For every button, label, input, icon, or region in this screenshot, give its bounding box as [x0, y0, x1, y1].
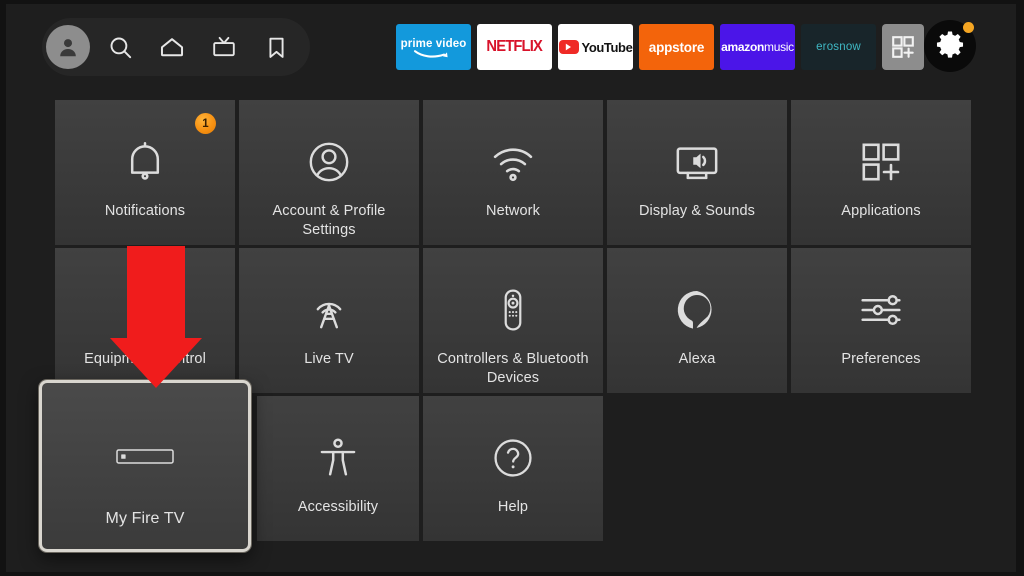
settings-tile-label: Network: [486, 203, 540, 219]
live-tv-button[interactable]: [198, 18, 250, 76]
app-tile-netflix[interactable]: NETFLIX: [477, 24, 552, 70]
wifi-icon: [488, 126, 538, 198]
notification-badge: 1: [195, 113, 216, 134]
settings-tile-label: My Fire TV: [105, 510, 185, 527]
app-tile-appstore[interactable]: appstore: [639, 24, 714, 70]
settings-tile-account-profile-settings[interactable]: Account & Profile Settings: [239, 100, 419, 245]
sliders-icon: [856, 274, 906, 346]
settings-tile-label: Notifications: [104, 203, 186, 219]
bookmark-icon: [268, 37, 284, 58]
settings-tile-label: Account & Profile Settings: [272, 203, 386, 238]
app-tile-erosnow[interactable]: erosnow: [801, 24, 876, 70]
settings-tile-label: Accessibility: [297, 499, 379, 515]
app-label-erosnow: erosnow: [816, 41, 861, 53]
app-label-music: music: [764, 40, 794, 54]
search-icon: [110, 37, 131, 58]
settings-tile-preferences[interactable]: Preferences: [791, 248, 971, 393]
settings-tile-label: Display & Sounds: [638, 203, 756, 219]
alexa-icon: [674, 274, 720, 346]
app-label-appstore: appstore: [648, 39, 705, 55]
settings-tile-equipment-control[interactable]: Equipment Control: [55, 248, 235, 393]
apps-grid-plus-icon: [892, 36, 914, 58]
app-label-youtube: YouTube: [581, 39, 633, 55]
bell-icon: [121, 126, 169, 198]
accessibility-icon: [315, 422, 361, 494]
settings-tile-network[interactable]: Network: [423, 100, 603, 245]
settings-tile-live-tv[interactable]: Live TV: [239, 248, 419, 393]
home-icon: [160, 38, 184, 57]
gear-icon: [936, 31, 964, 58]
youtube-lockup: YouTube: [558, 39, 633, 55]
app-tile-prime-video[interactable]: prime video: [396, 24, 471, 70]
settings-tile-applications[interactable]: Applications: [791, 100, 971, 245]
app-tile-amazon-music[interactable]: amazonmusic: [720, 24, 795, 70]
settings-tile-accessibility[interactable]: Accessibility: [257, 396, 419, 541]
app-shortcut-row: prime video NETFLIX YouTube appstore ama…: [396, 24, 924, 70]
settings-tile-controllers-and-bluetooth-devices[interactable]: Controllers & Bluetooth Devices: [423, 248, 603, 393]
settings-tile-my-fire-tv[interactable]: My Fire TV: [39, 380, 251, 552]
settings-tile-label: Help: [497, 499, 529, 515]
prime-smile-icon: [413, 50, 448, 58]
all-apps-button[interactable]: [882, 24, 924, 70]
settings-tile-label: Preferences: [841, 351, 921, 367]
amazon-music-lockup: amazonmusic: [721, 40, 794, 54]
home-button[interactable]: [146, 18, 198, 76]
play-triangle-icon: [565, 43, 572, 51]
antenna-icon: [305, 274, 353, 346]
tv-icon: [213, 36, 235, 57]
settings-tile-display-and-sounds[interactable]: Display & Sounds: [607, 100, 787, 245]
search-button[interactable]: [94, 18, 146, 76]
profile-avatar[interactable]: [42, 18, 94, 76]
settings-tile-help[interactable]: Help: [423, 396, 603, 541]
account-profile-icon: [305, 126, 353, 198]
settings-tile-notifications[interactable]: Notifications 1: [55, 100, 235, 245]
fire-tv-stick-icon: [115, 421, 175, 493]
settings-tile-label: Controllers & Bluetooth Devices: [437, 351, 589, 386]
person-icon: [60, 39, 76, 57]
fire-tv-settings-screen: prime video NETFLIX YouTube appstore ama…: [0, 0, 1024, 576]
settings-tile-label: Live TV: [304, 351, 354, 367]
settings-tile-alexa[interactable]: Alexa: [607, 248, 787, 393]
settings-tile-label: Equipment Control: [84, 351, 206, 367]
app-label-amazon: amazon: [721, 40, 765, 54]
settings-button[interactable]: [924, 20, 976, 72]
applications-icon: [857, 126, 905, 198]
remote-icon: [490, 274, 536, 346]
display-sound-icon: [672, 126, 722, 198]
youtube-play-icon: [558, 40, 579, 54]
settings-tile-label: Applications: [841, 203, 921, 219]
screen-bezel-bottom: [0, 572, 1024, 576]
help-icon: [490, 422, 536, 494]
top-navigation-bar: prime video NETFLIX YouTube appstore ama…: [0, 0, 1024, 92]
nav-icon-group: [42, 18, 302, 76]
settings-notification-dot: [963, 22, 974, 33]
app-label-netflix: NETFLIX: [486, 38, 543, 55]
avatar: [46, 25, 90, 69]
equipment-control-icon: [122, 274, 168, 346]
app-tile-youtube[interactable]: YouTube: [558, 24, 633, 70]
library-button[interactable]: [250, 18, 302, 76]
settings-tile-label: Alexa: [678, 351, 716, 367]
